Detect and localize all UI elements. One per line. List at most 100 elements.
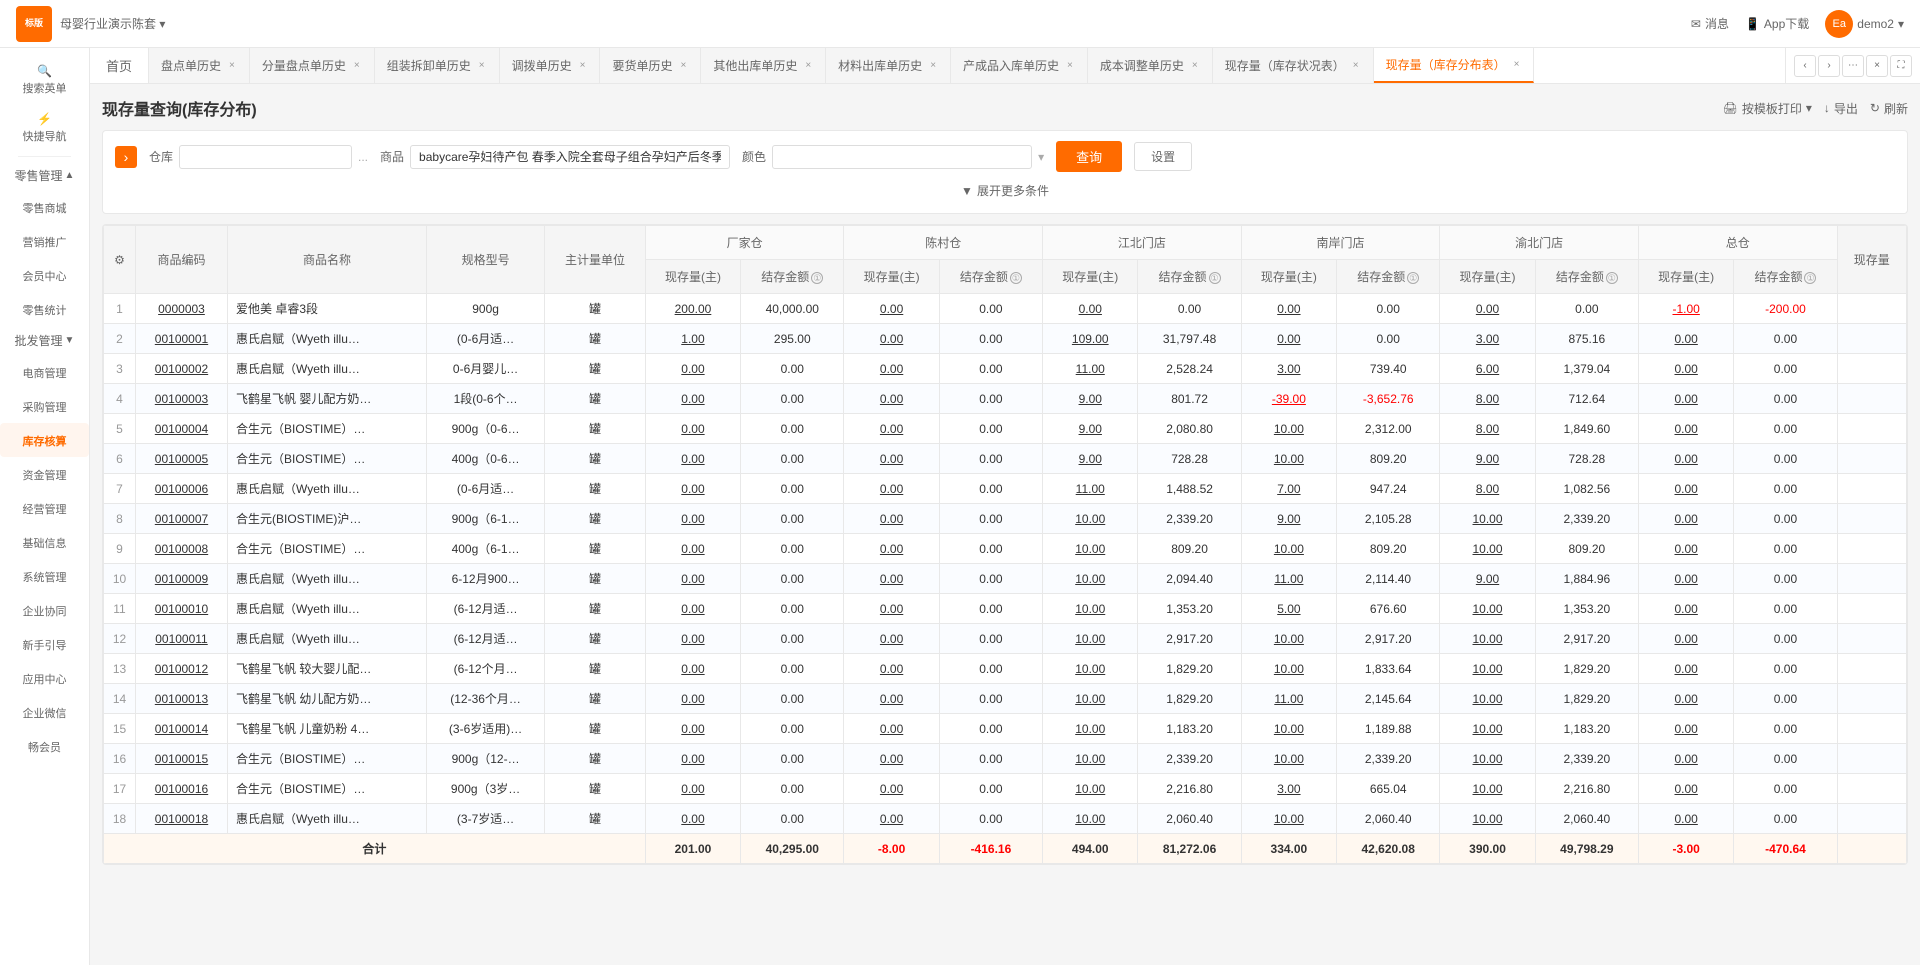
nanan-qty[interactable]: 5.00 — [1241, 594, 1336, 624]
warehouse-input[interactable] — [179, 145, 352, 169]
jiangbei-qty[interactable]: 11.00 — [1043, 474, 1138, 504]
product-code[interactable]: 00100003 — [136, 384, 228, 414]
nanan-qty[interactable]: 0.00 — [1241, 324, 1336, 354]
total-amt-info[interactable]: ① — [1804, 272, 1816, 284]
sidebar-item-retail-mall[interactable]: 零售商城 — [0, 190, 89, 224]
yubei-qty[interactable]: 10.00 — [1440, 624, 1535, 654]
chencun-qty[interactable]: 0.00 — [844, 384, 939, 414]
app-download-btn[interactable]: 📱 App下载 — [1745, 15, 1809, 32]
total-qty[interactable]: 0.00 — [1638, 624, 1733, 654]
jiangbei-qty[interactable]: 10.00 — [1043, 654, 1138, 684]
color-dropdown-icon[interactable]: ▾ — [1038, 150, 1044, 164]
yubei-qty[interactable]: 10.00 — [1440, 744, 1535, 774]
tab-close-disassemble[interactable]: × — [477, 58, 487, 73]
tab-transfer-history[interactable]: 调拨单历史 × — [500, 48, 601, 83]
yubei-qty[interactable]: 10.00 — [1440, 684, 1535, 714]
total-qty[interactable]: 0.00 — [1638, 414, 1733, 444]
tab-production-in-history[interactable]: 产成品入库单历史 × — [951, 48, 1088, 83]
jiangbei-qty[interactable]: 10.00 — [1043, 624, 1138, 654]
changjia-qty[interactable]: 0.00 — [645, 384, 740, 414]
tab-nav-next[interactable]: › — [1818, 55, 1840, 77]
tab-close-stock-status[interactable]: × — [1351, 58, 1361, 73]
tab-home[interactable]: 首页 — [90, 48, 149, 83]
changjia-qty[interactable]: 0.00 — [645, 444, 740, 474]
sidebar-item-basic[interactable]: 基础信息 — [0, 525, 89, 559]
tab-nav-fullscreen[interactable]: ⛶ — [1890, 55, 1912, 77]
tab-close-purchase[interactable]: × — [678, 58, 688, 73]
refresh-btn[interactable]: ↻ 刷新 — [1870, 100, 1908, 117]
nanan-qty[interactable]: 3.00 — [1241, 774, 1336, 804]
total-qty[interactable]: 0.00 — [1638, 504, 1733, 534]
changjia-qty[interactable]: 0.00 — [645, 474, 740, 504]
chencun-qty[interactable]: 0.00 — [844, 804, 939, 834]
print-btn[interactable]: 🖨 按模板打印 ▾ — [1723, 100, 1812, 117]
product-code[interactable]: 00100010 — [136, 594, 228, 624]
yubei-qty[interactable]: 9.00 — [1440, 444, 1535, 474]
tab-close-stock-distribution[interactable]: × — [1512, 57, 1522, 72]
tab-close-transfer[interactable]: × — [578, 58, 588, 73]
tab-other-out-history[interactable]: 其他出库单历史 × — [701, 48, 826, 83]
product-code[interactable]: 00100012 — [136, 654, 228, 684]
user-profile[interactable]: Ea demo2 ▾ — [1825, 10, 1904, 38]
total-qty[interactable]: 0.00 — [1638, 744, 1733, 774]
total-qty[interactable]: 0.00 — [1638, 684, 1733, 714]
sidebar-item-marketing[interactable]: 营销推广 — [0, 224, 89, 258]
expand-conditions-btn[interactable]: ▼ 展开更多条件 — [953, 178, 1057, 203]
yubei-qty[interactable]: 8.00 — [1440, 384, 1535, 414]
sidebar-item-quick-nav[interactable]: ⚡ 快捷导航 — [0, 104, 89, 152]
jiangbei-qty[interactable]: 109.00 — [1043, 324, 1138, 354]
message-btn[interactable]: ✉ 消息 — [1691, 15, 1729, 32]
changjia-qty[interactable]: 0.00 — [645, 654, 740, 684]
changjia-qty[interactable]: 0.00 — [645, 624, 740, 654]
chencun-qty[interactable]: 0.00 — [844, 534, 939, 564]
yubei-qty[interactable]: 8.00 — [1440, 474, 1535, 504]
total-qty[interactable]: 0.00 — [1638, 564, 1733, 594]
total-qty[interactable]: 0.00 — [1638, 444, 1733, 474]
sidebar-item-purchase[interactable]: 采购管理 — [0, 389, 89, 423]
product-code[interactable]: 00100009 — [136, 564, 228, 594]
changjia-qty[interactable]: 200.00 — [645, 294, 740, 324]
total-qty[interactable]: 0.00 — [1638, 474, 1733, 504]
chencun-qty[interactable]: 0.00 — [844, 744, 939, 774]
export-btn[interactable]: ↓ 导出 — [1824, 100, 1858, 117]
chencun-qty[interactable]: 0.00 — [844, 594, 939, 624]
jiangbei-qty[interactable]: 10.00 — [1043, 564, 1138, 594]
total-qty[interactable]: 0.00 — [1638, 354, 1733, 384]
tab-material-out-history[interactable]: 材料出库单历史 × — [826, 48, 951, 83]
nanan-qty[interactable]: 10.00 — [1241, 744, 1336, 774]
total-qty[interactable]: 0.00 — [1638, 654, 1733, 684]
chencun-qty[interactable]: 0.00 — [844, 654, 939, 684]
yubei-amt-info[interactable]: ① — [1606, 272, 1618, 284]
total-qty[interactable]: 0.00 — [1638, 804, 1733, 834]
chencun-qty[interactable]: 0.00 — [844, 474, 939, 504]
total-qty[interactable]: 0.00 — [1638, 774, 1733, 804]
changjia-qty[interactable]: 0.00 — [645, 804, 740, 834]
jiangbei-qty[interactable]: 11.00 — [1043, 354, 1138, 384]
sidebar-item-new-guide[interactable]: 新手引导 — [0, 627, 89, 661]
nanan-qty[interactable]: 10.00 — [1241, 624, 1336, 654]
gear-header[interactable]: ⚙ — [104, 226, 136, 294]
changjia-qty[interactable]: 0.00 — [645, 774, 740, 804]
changjia-qty[interactable]: 0.00 — [645, 684, 740, 714]
sidebar-item-retail-stats[interactable]: 零售统计 — [0, 292, 89, 326]
sidebar-item-wholesale[interactable]: 批发管理 ▼ — [0, 326, 89, 355]
changjia-qty[interactable]: 0.00 — [645, 564, 740, 594]
yubei-qty[interactable]: 10.00 — [1440, 774, 1535, 804]
tab-stock-status[interactable]: 现存量（库存状况表） × — [1213, 48, 1374, 83]
yubei-qty[interactable]: 9.00 — [1440, 564, 1535, 594]
query-button[interactable]: 查询 — [1056, 141, 1122, 172]
tab-purchase-history[interactable]: 要货单历史 × — [600, 48, 701, 83]
sidebar-item-ecommerce[interactable]: 电商管理 — [0, 355, 89, 389]
chencun-amt-info[interactable]: ① — [1010, 272, 1022, 284]
changjia-qty[interactable]: 0.00 — [645, 354, 740, 384]
jiangbei-qty[interactable]: 9.00 — [1043, 444, 1138, 474]
product-code[interactable]: 00100011 — [136, 624, 228, 654]
product-code[interactable]: 00100005 — [136, 444, 228, 474]
chencun-qty[interactable]: 0.00 — [844, 354, 939, 384]
sidebar-item-member[interactable]: 会员中心 — [0, 258, 89, 292]
tab-close-production-in[interactable]: × — [1065, 58, 1075, 73]
nanan-qty[interactable]: 0.00 — [1241, 294, 1336, 324]
tab-close-cost-adjust[interactable]: × — [1190, 58, 1200, 73]
nanan-qty[interactable]: 10.00 — [1241, 444, 1336, 474]
tab-close-other-out[interactable]: × — [803, 58, 813, 73]
